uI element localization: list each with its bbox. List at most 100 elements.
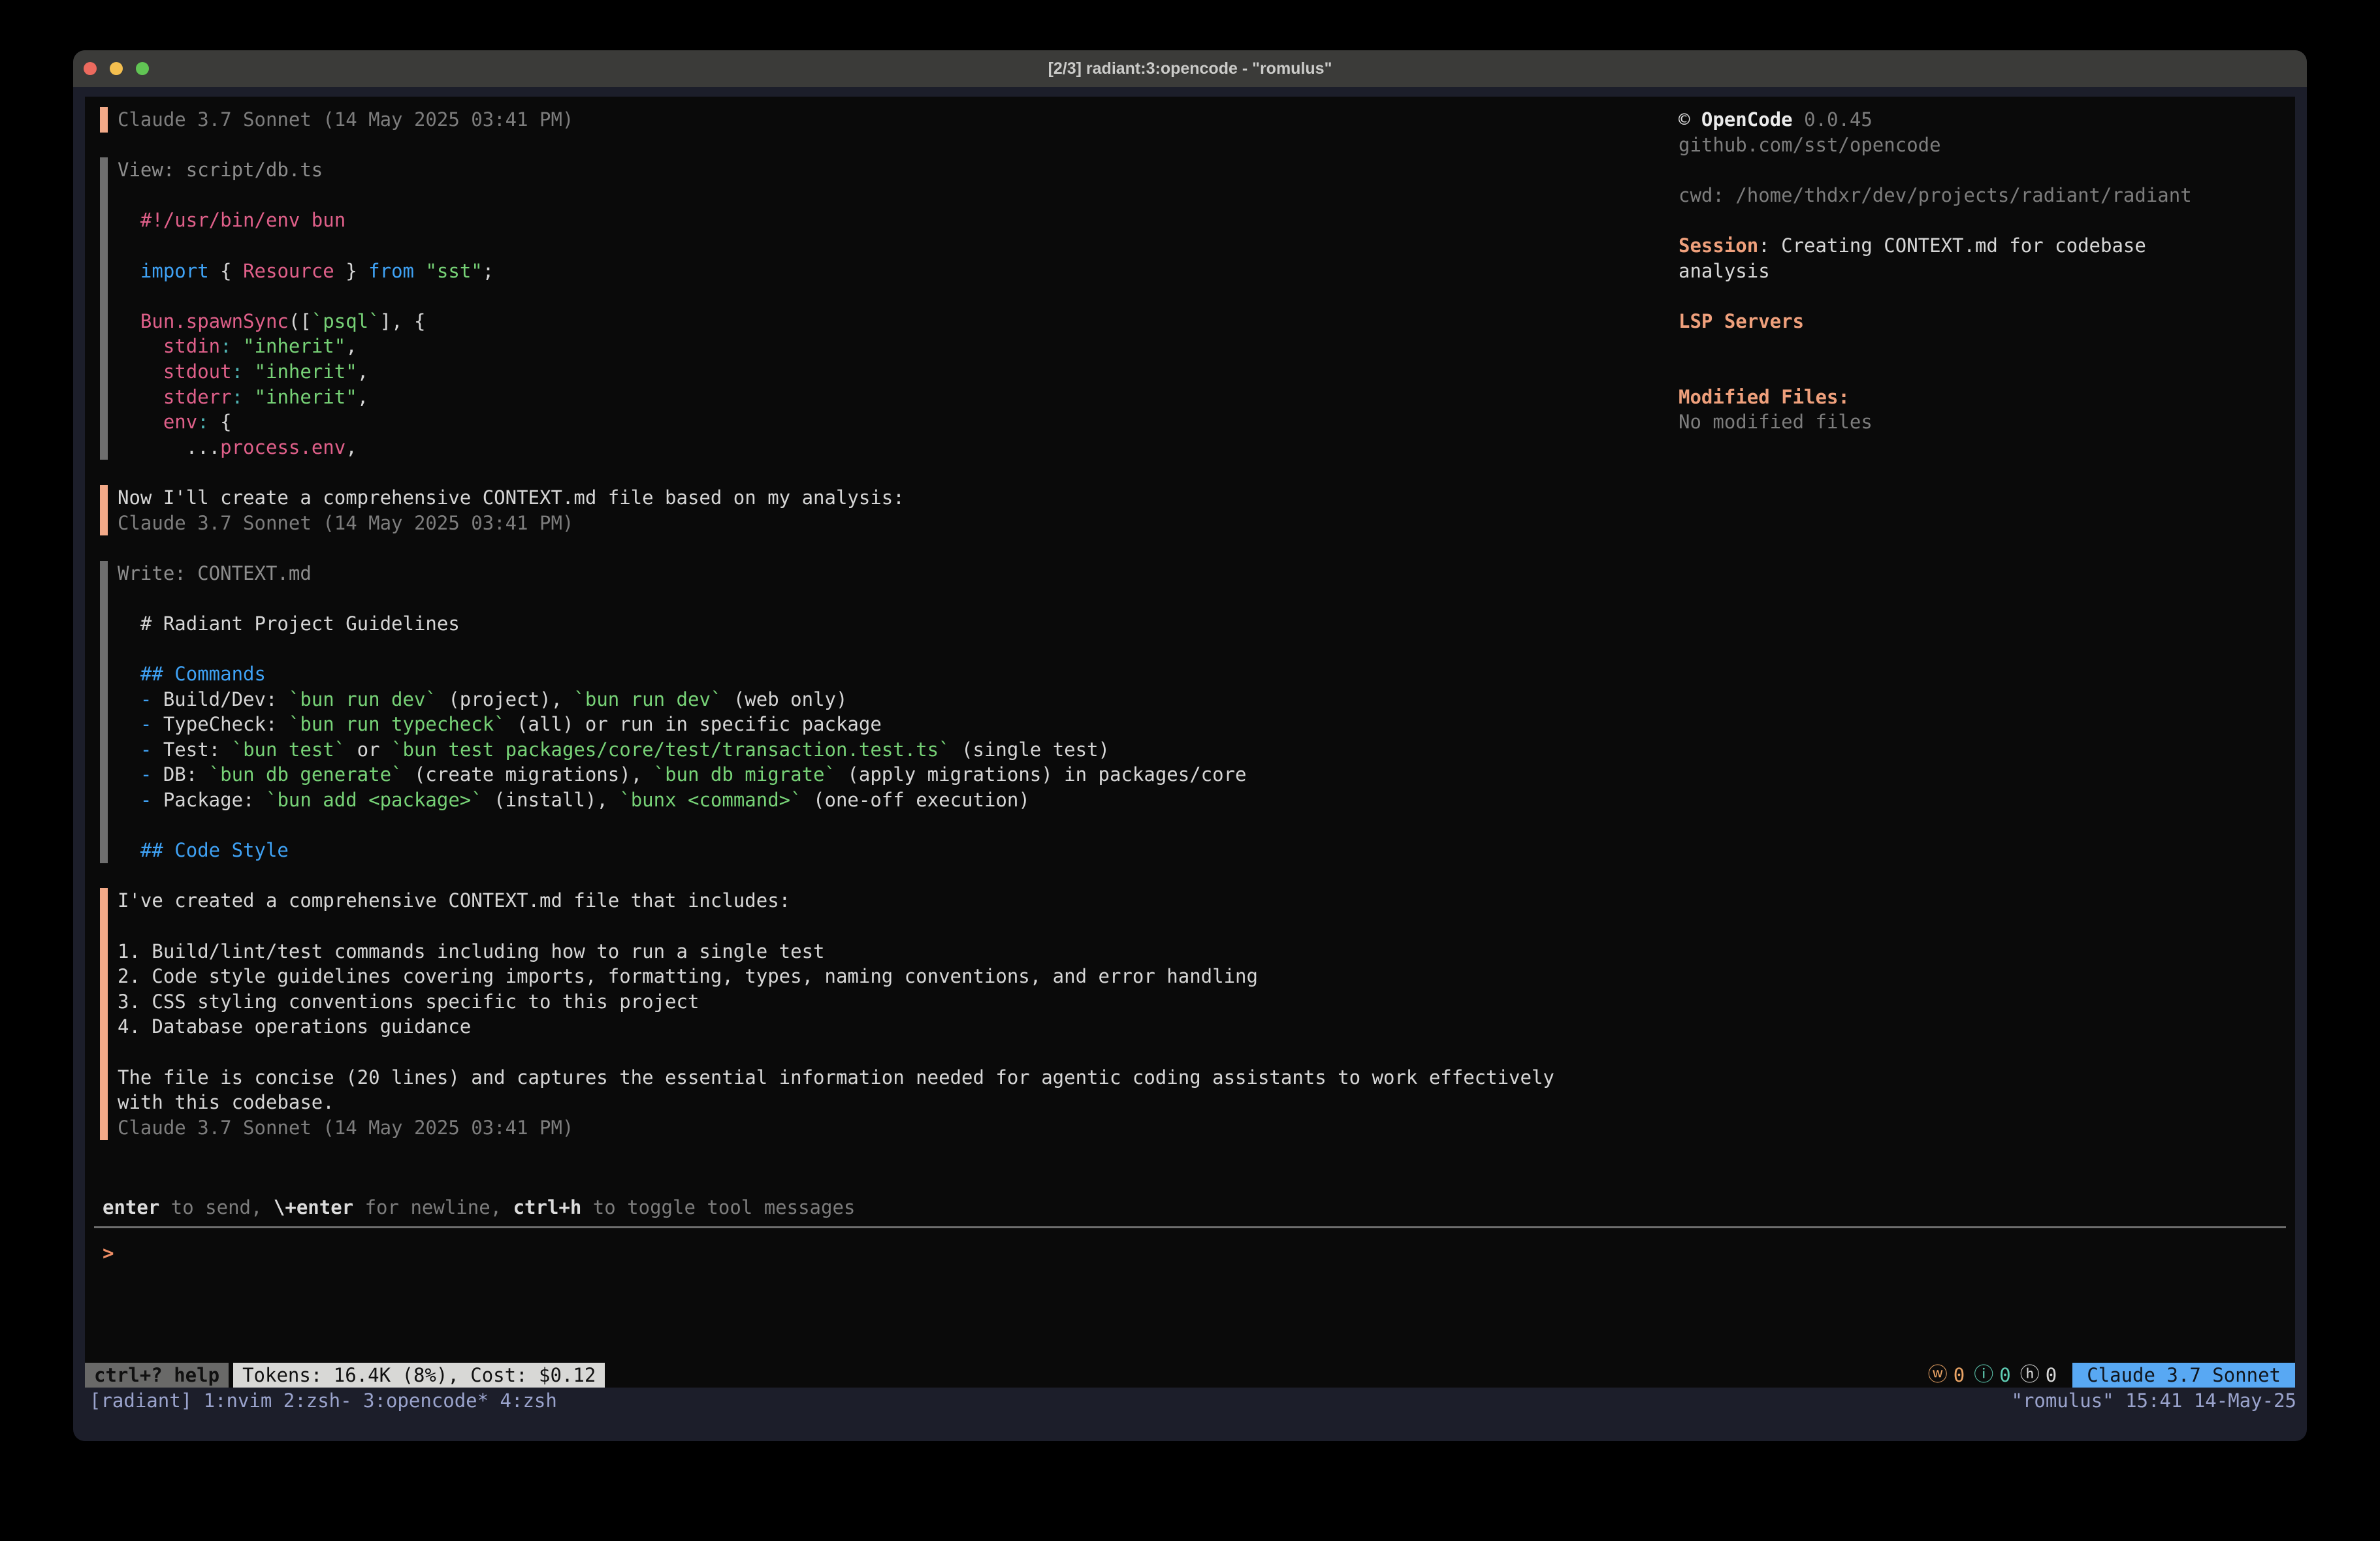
text-segment: analysis bbox=[1679, 260, 1770, 282]
text-segment: : bbox=[197, 411, 208, 433]
info-counter: ⓘ0 bbox=[1974, 1363, 2010, 1388]
text-segment: 2. Code style guidelines covering import… bbox=[118, 965, 1258, 987]
text-segment: TypeCheck: bbox=[163, 713, 289, 735]
text-segment: : bbox=[232, 360, 243, 383]
assistant-message-block: Claude 3.7 Sonnet (14 May 2025 03:41 PM) bbox=[100, 107, 1554, 133]
block-text: Now I'll create a comprehensive CONTEXT.… bbox=[118, 485, 905, 535]
orange-accent-bar bbox=[100, 107, 108, 133]
text-segment: "sst" bbox=[425, 260, 482, 282]
text-segment: `bunx <command>` bbox=[619, 789, 801, 811]
text-segment bbox=[232, 335, 243, 357]
text-segment bbox=[414, 260, 425, 282]
text-segment: (single test) bbox=[950, 739, 1110, 761]
tmux-session-info: "romulus" 15:41 14-May-25 bbox=[2012, 1388, 2297, 1414]
chat-input[interactable]: > bbox=[103, 1241, 114, 1266]
text-segment: `bun run dev` bbox=[289, 688, 437, 710]
text-segment: : bbox=[220, 335, 231, 357]
text-segment: enter bbox=[103, 1196, 159, 1218]
block-text: View: script/db.ts #!/usr/bin/env bun im… bbox=[118, 157, 494, 460]
text-segment: `bun test packages/core/test/transaction… bbox=[391, 739, 950, 761]
text-segment bbox=[118, 688, 140, 710]
text-segment: `bun db migrate` bbox=[654, 763, 836, 786]
text-segment: ## Code Style bbox=[140, 839, 289, 861]
text-segment bbox=[118, 739, 140, 761]
text-segment: `bun test` bbox=[232, 739, 346, 761]
info-panel-text: © OpenCode 0.0.45 github.com/sst/opencod… bbox=[1679, 107, 2192, 435]
text-segment: Test: bbox=[163, 739, 232, 761]
block-text: Write: CONTEXT.md # Radiant Project Guid… bbox=[118, 561, 1247, 863]
warning-counter-icon: ⓦ bbox=[1928, 1363, 1948, 1388]
text-segment: Creating CONTEXT.md for codebase bbox=[1781, 234, 2146, 257]
diagnostic-counters: ⓦ0ⓘ0ⓗ0 bbox=[1928, 1363, 2057, 1388]
text-segment bbox=[118, 386, 163, 408]
gray-accent-bar bbox=[100, 157, 108, 460]
text-segment: stderr bbox=[163, 386, 232, 408]
text-segment: I've created a comprehensive CONTEXT.md … bbox=[118, 889, 790, 912]
assistant-message-block: I've created a comprehensive CONTEXT.md … bbox=[100, 888, 1554, 1140]
text-segment: "inherit" bbox=[243, 335, 346, 357]
text-segment: - bbox=[140, 789, 163, 811]
text-segment: "inherit" bbox=[255, 386, 357, 408]
text-segment: to toggle tool messages bbox=[581, 1196, 855, 1218]
text-segment: : bbox=[232, 386, 243, 408]
text-segment: Claude 3.7 Sonnet (14 May 2025 03:41 PM) bbox=[118, 1117, 573, 1139]
text-segment bbox=[118, 713, 140, 735]
block-text: Claude 3.7 Sonnet (14 May 2025 03:41 PM) bbox=[118, 107, 573, 133]
info-counter-icon: ⓘ bbox=[1974, 1363, 1993, 1388]
text-segment: cwd: /home/thdxr/dev/projects/radiant/ra… bbox=[1679, 184, 2192, 206]
text-segment: "inherit" bbox=[255, 360, 357, 383]
text-segment bbox=[118, 763, 140, 786]
text-segment: to send, bbox=[159, 1196, 274, 1218]
text-segment: , bbox=[346, 335, 357, 357]
counter-value: 0 bbox=[2046, 1363, 2057, 1388]
text-segment: stdout bbox=[163, 360, 232, 383]
tokens-cost-badge: Tokens: 16.4K (8%), Cost: $0.12 bbox=[233, 1363, 605, 1388]
text-segment: - bbox=[140, 688, 163, 710]
text-segment: 0.0.45 bbox=[1793, 108, 1873, 131]
text-segment: Write: CONTEXT.md bbox=[118, 562, 312, 584]
text-segment: ; bbox=[483, 260, 494, 282]
prompt-chevron-icon: > bbox=[103, 1242, 114, 1264]
text-segment: : bbox=[1758, 234, 1781, 257]
text-segment: Claude 3.7 Sonnet (14 May 2025 03:41 PM) bbox=[118, 512, 573, 534]
text-segment: © bbox=[1679, 108, 1701, 131]
text-segment: ([ bbox=[289, 310, 312, 332]
text-segment: 3. CSS styling conventions specific to t… bbox=[118, 991, 699, 1013]
text-segment: Claude 3.7 Sonnet (14 May 2025 03:41 PM) bbox=[118, 108, 573, 131]
tool-write-block: Write: CONTEXT.md # Radiant Project Guid… bbox=[100, 561, 1554, 863]
text-segment: The file is concise (20 lines) and captu… bbox=[118, 1066, 1554, 1088]
text-segment: (apply migrations) in packages/core bbox=[836, 763, 1247, 786]
hint-counter: ⓗ0 bbox=[2020, 1363, 2057, 1388]
gray-accent-bar bbox=[100, 561, 108, 863]
text-segment: (one-off execution) bbox=[802, 789, 1030, 811]
text-segment: (web only) bbox=[722, 688, 847, 710]
text-segment: \+enter bbox=[274, 1196, 353, 1218]
text-segment: { bbox=[209, 411, 232, 433]
warning-counter: ⓦ0 bbox=[1928, 1363, 1965, 1388]
text-segment bbox=[243, 386, 254, 408]
text-segment: ... bbox=[118, 436, 220, 458]
status-spacer bbox=[605, 1363, 1927, 1388]
text-segment bbox=[118, 360, 163, 383]
text-segment: Package: bbox=[163, 789, 266, 811]
text-segment: with this codebase. bbox=[118, 1091, 334, 1113]
text-segment bbox=[118, 260, 140, 282]
text-segment: Session bbox=[1679, 234, 1758, 257]
text-segment bbox=[118, 335, 163, 357]
tmux-window-list[interactable]: [radiant] 1:nvim 2:zsh- 3:opencode* 4:zs… bbox=[89, 1388, 557, 1414]
text-segment: ], { bbox=[380, 310, 426, 332]
text-segment: - bbox=[140, 739, 163, 761]
opencode-tui: Claude 3.7 Sonnet (14 May 2025 03:41 PM)… bbox=[85, 97, 2295, 1388]
info-panel: © OpenCode 0.0.45 github.com/sst/opencod… bbox=[1679, 107, 2192, 435]
text-segment: stdin bbox=[163, 335, 220, 357]
help-badge: ctrl+? help bbox=[85, 1363, 229, 1388]
keybinding-hints: enter to send, \+enter for newline, ctrl… bbox=[103, 1195, 855, 1220]
orange-accent-bar bbox=[100, 888, 108, 1140]
text-segment: #!/usr/bin/env bun bbox=[118, 209, 346, 231]
text-segment: `bun db generate` bbox=[209, 763, 403, 786]
text-segment: 4. Database operations guidance bbox=[118, 1015, 471, 1038]
window-title: [2/3] radiant:3:opencode - "romulus" bbox=[73, 50, 2307, 87]
text-segment: - bbox=[140, 763, 163, 786]
text-segment: process.env bbox=[220, 436, 346, 458]
input-separator bbox=[94, 1226, 2286, 1228]
